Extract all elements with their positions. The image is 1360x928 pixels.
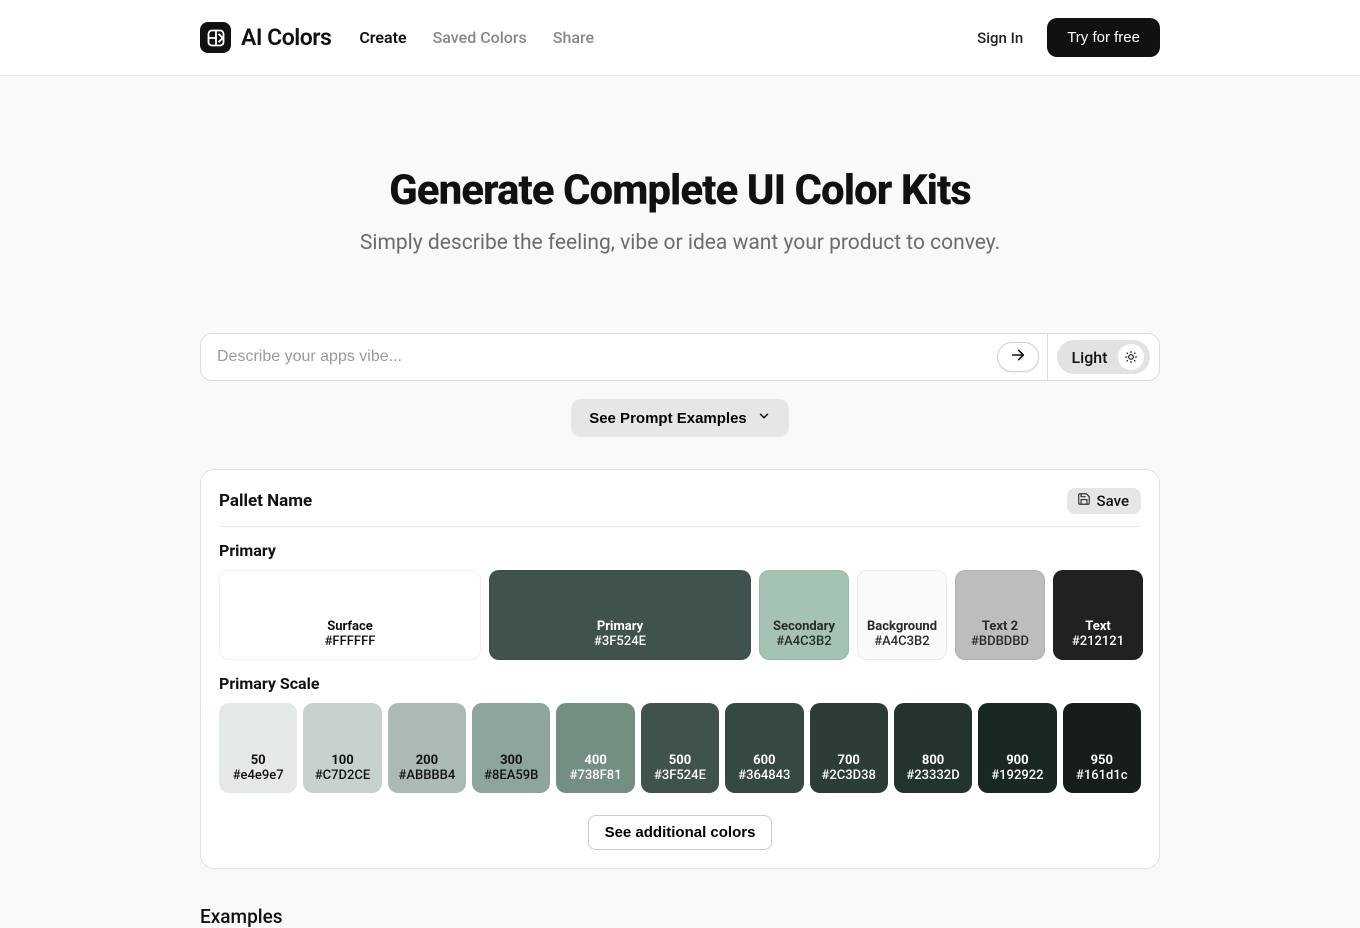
scale-swatch-950[interactable]: 950#161d1c (1063, 703, 1141, 793)
scale-swatch-600[interactable]: 600#364843 (725, 703, 803, 793)
logo-icon (200, 22, 231, 53)
scale-swatch-50[interactable]: 50#e4e9e7 (219, 703, 297, 793)
scale-step: 600 (753, 753, 775, 768)
role-name: Primary (597, 619, 643, 634)
role-hex: #212121 (1072, 634, 1124, 649)
chevron-down-icon (757, 409, 771, 427)
role-name: Text 2 (982, 619, 1018, 634)
role-hex: #3F524E (594, 634, 646, 649)
role-swatch-text-2[interactable]: Text 2#BDBDBD (955, 570, 1045, 660)
scale-step: 50 (251, 753, 266, 768)
prompt-row: Light (200, 333, 1160, 381)
sun-icon (1118, 344, 1144, 370)
header: AI Colors Create Saved Colors Share Sign… (0, 0, 1360, 76)
scale-step: 100 (331, 753, 353, 768)
logo-text: AI Colors (241, 24, 331, 51)
theme-label: Light (1071, 348, 1107, 367)
scale-hex: #161d1c (1076, 768, 1128, 783)
role-swatch-text[interactable]: Text#212121 (1053, 570, 1143, 660)
role-hex: #A4C3B2 (874, 634, 929, 649)
theme-pill: Light (1057, 340, 1149, 374)
main: Generate Complete UI Color Kits Simply d… (0, 76, 1360, 928)
prompt-box (200, 333, 1048, 381)
primary-scale-label: Primary Scale (219, 674, 1141, 693)
palette-card: Pallet Name Save Primary Surface#FFFFFFP… (200, 469, 1160, 869)
scale-step: 900 (1006, 753, 1028, 768)
scale-step: 300 (500, 753, 522, 768)
see-additional-colors-button[interactable]: See additional colors (588, 815, 773, 850)
role-swatch-background[interactable]: Background#A4C3B2 (857, 570, 947, 660)
scale-hex: #C7D2CE (315, 768, 370, 783)
role-hex: #BDBDBD (971, 634, 1029, 649)
see-prompt-examples-button[interactable]: See Prompt Examples (571, 399, 789, 437)
scale-swatch-100[interactable]: 100#C7D2CE (303, 703, 381, 793)
scale-hex: #738F81 (570, 768, 622, 783)
scale-hex: #23332D (906, 768, 959, 783)
scale-step: 950 (1091, 753, 1113, 768)
scale-swatch-900[interactable]: 900#192922 (978, 703, 1056, 793)
role-name: Secondary (773, 619, 835, 634)
scale-step: 400 (584, 753, 606, 768)
role-name: Surface (327, 619, 373, 634)
nav-create[interactable]: Create (359, 28, 406, 47)
scale-step: 800 (922, 753, 944, 768)
logo[interactable]: AI Colors (200, 22, 331, 53)
arrow-right-icon (1010, 347, 1026, 367)
submit-button[interactable] (997, 342, 1039, 372)
role-swatch-row: Surface#FFFFFFPrimary#3F524ESecondary#A4… (219, 570, 1141, 660)
role-name: Background (867, 619, 937, 634)
scale-hex: #8EA59B (484, 768, 538, 783)
see-prompt-examples-label: See Prompt Examples (589, 410, 747, 427)
try-for-free-button[interactable]: Try for free (1047, 18, 1160, 57)
scale-hex: #e4e9e7 (233, 768, 284, 783)
nav-saved-colors[interactable]: Saved Colors (433, 28, 527, 47)
scale-step: 700 (838, 753, 860, 768)
prompt-input[interactable] (217, 348, 997, 366)
scale-swatch-700[interactable]: 700#2C3D38 (810, 703, 888, 793)
save-icon (1077, 492, 1091, 510)
scale-hex: #192922 (991, 768, 1043, 783)
examples-heading: Examples (200, 905, 1160, 928)
primary-label: Primary (219, 541, 1141, 560)
scale-hex: #364843 (738, 768, 790, 783)
main-nav: Create Saved Colors Share (359, 28, 594, 47)
role-name: Text (1085, 619, 1111, 634)
role-hex: #FFFFFF (325, 634, 376, 649)
nav-share[interactable]: Share (553, 28, 594, 47)
role-hex: #A4C3B2 (776, 634, 831, 649)
scale-step: 200 (416, 753, 438, 768)
role-swatch-secondary[interactable]: Secondary#A4C3B2 (759, 570, 849, 660)
hero-title: Generate Complete UI Color Kits (0, 166, 1360, 215)
scale-hex: #2C3D38 (822, 768, 876, 783)
scale-hex: #3F524E (654, 768, 706, 783)
save-label: Save (1097, 492, 1129, 510)
sign-in-link[interactable]: Sign In (977, 29, 1023, 47)
role-swatch-primary[interactable]: Primary#3F524E (489, 570, 751, 660)
scale-swatch-200[interactable]: 200#ABBBB4 (388, 703, 466, 793)
role-swatch-surface[interactable]: Surface#FFFFFF (219, 570, 481, 660)
header-right: Sign In Try for free (977, 18, 1160, 57)
scale-step: 500 (669, 753, 691, 768)
scale-swatch-row: 50#e4e9e7100#C7D2CE200#ABBBB4300#8EA59B4… (219, 703, 1141, 793)
scale-swatch-300[interactable]: 300#8EA59B (472, 703, 550, 793)
theme-toggle[interactable]: Light (1048, 333, 1160, 381)
card-header: Pallet Name Save (219, 488, 1141, 527)
save-button[interactable]: Save (1067, 488, 1141, 514)
scale-hex: #ABBBB4 (399, 768, 456, 783)
scale-swatch-800[interactable]: 800#23332D (894, 703, 972, 793)
scale-swatch-500[interactable]: 500#3F524E (641, 703, 719, 793)
hero-subtitle: Simply describe the feeling, vibe or ide… (0, 231, 1360, 255)
scale-swatch-400[interactable]: 400#738F81 (556, 703, 634, 793)
palette-name[interactable]: Pallet Name (219, 491, 312, 511)
